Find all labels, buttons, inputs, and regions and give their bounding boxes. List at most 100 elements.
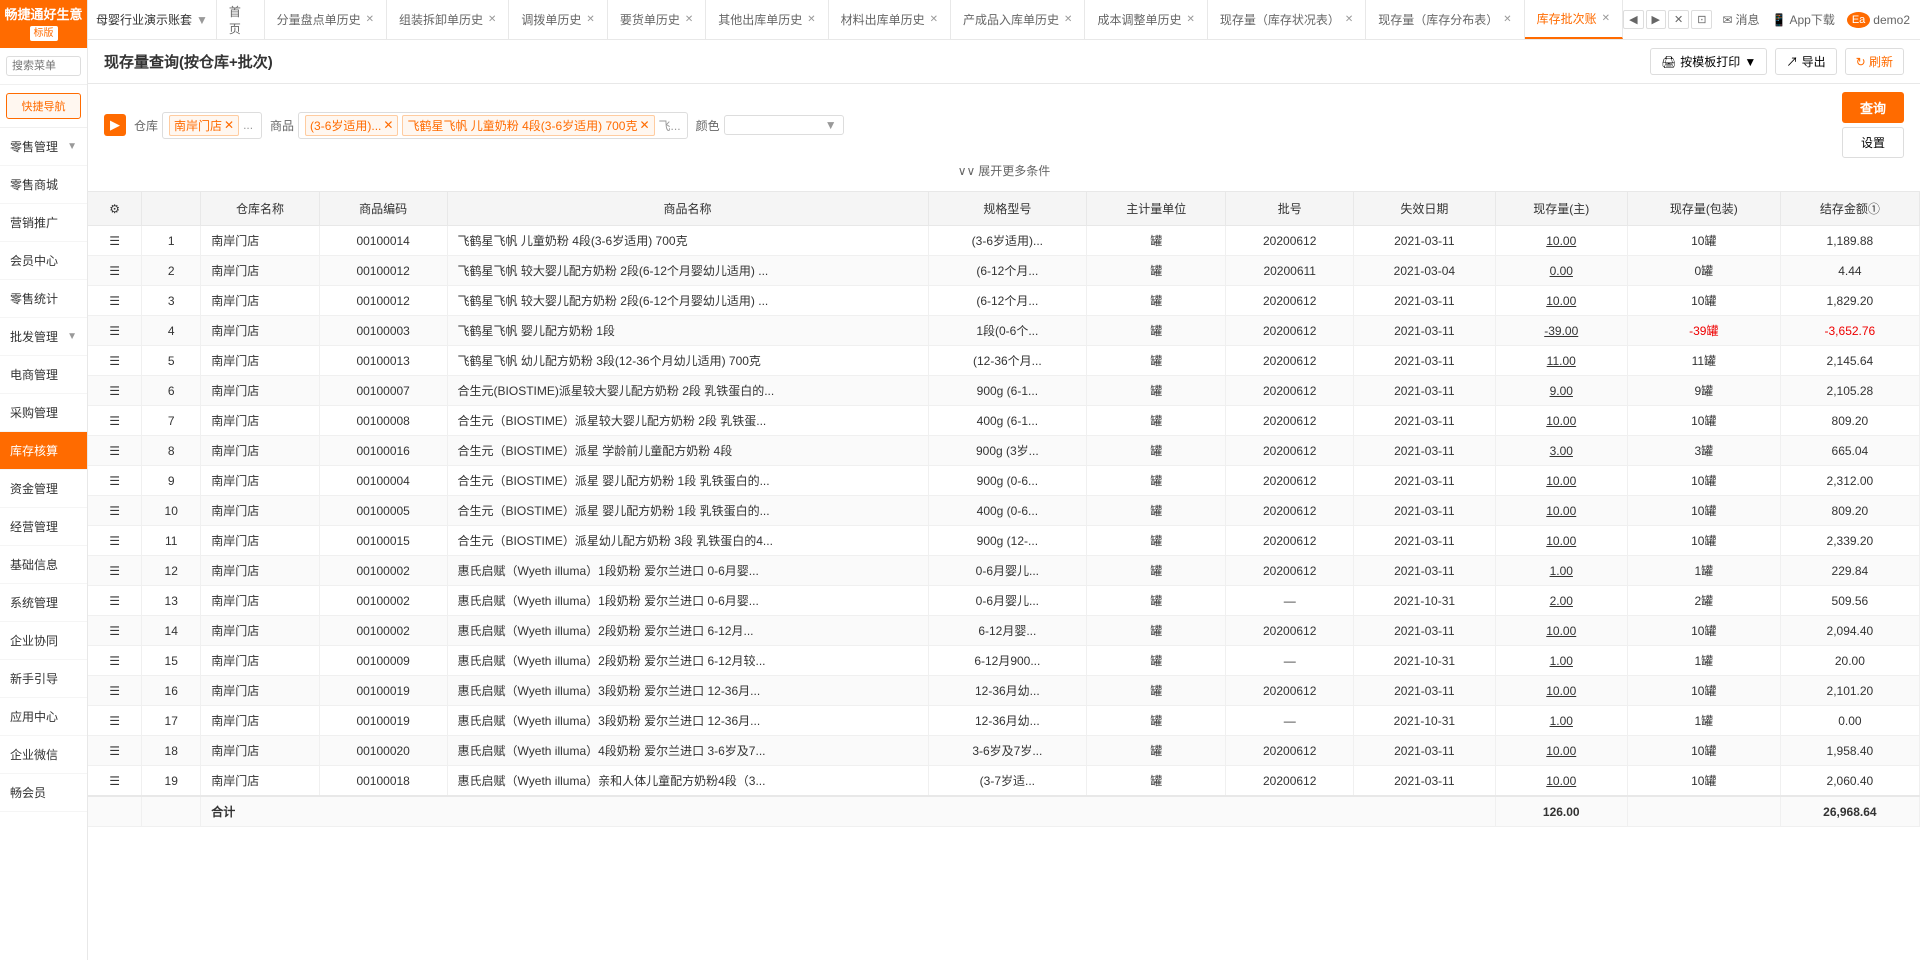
sidebar-item-经营管理[interactable]: 经营管理 [0, 508, 87, 546]
tab-close-btn[interactable]: ✕ [586, 14, 594, 25]
sidebar-item-基础信息[interactable]: 基础信息 [0, 546, 87, 584]
tab-close-btn[interactable]: ✕ [1186, 14, 1194, 25]
tab-close-btn[interactable]: ✕ [930, 14, 938, 25]
color-filter-input[interactable]: ▼ [724, 115, 844, 135]
quick-nav-button[interactable]: 快捷导航 [6, 93, 81, 119]
cell-qty-main[interactable]: 1.00 [1495, 556, 1627, 586]
sidebar-item-库存核算[interactable]: 库存核算 [0, 432, 87, 470]
sidebar-item-零售统计[interactable]: 零售统计 [0, 280, 87, 318]
tab-close-btn[interactable]: ✕ [1345, 14, 1353, 25]
nav-tab-0[interactable]: 分量盘点单历史✕ [265, 0, 387, 39]
nav-tab-3[interactable]: 要货单历史✕ [608, 0, 706, 39]
cell-qty-main[interactable]: 10.00 [1495, 466, 1627, 496]
product-tag-1-close[interactable]: ✕ [383, 118, 393, 132]
sidebar-item-批发管理[interactable]: 批发管理▼ [0, 318, 87, 356]
sidebar-item-电商管理[interactable]: 电商管理 [0, 356, 87, 394]
sidebar-item-会员中心[interactable]: 会员中心 [0, 242, 87, 280]
nav-maximize-btn[interactable]: ⊡ [1691, 10, 1712, 29]
nav-tab-4[interactable]: 其他出库单历史✕ [706, 0, 828, 39]
sidebar-item-企业微信[interactable]: 企业微信 [0, 736, 87, 774]
col-gear[interactable]: ⚙ [88, 192, 142, 226]
tab-close-btn[interactable]: ✕ [685, 14, 693, 25]
export-btn[interactable]: ↗ 导出 [1775, 48, 1836, 75]
sidebar-item-零售商城[interactable]: 零售商城 [0, 166, 87, 204]
color-dropdown-arrow[interactable]: ▼ [825, 118, 837, 132]
warehouse-filter-tags[interactable]: 南岸门店 ✕ ... [162, 112, 262, 139]
nav-tab-2[interactable]: 调拨单历史✕ [509, 0, 607, 39]
cell-qty-main[interactable]: 3.00 [1495, 436, 1627, 466]
sidebar-item-零售管理[interactable]: 零售管理▼ [0, 128, 87, 166]
tab-close-btn[interactable]: ✕ [366, 14, 374, 25]
nav-tab-7[interactable]: 成本调整单历史✕ [1085, 0, 1207, 39]
product-tag-2-close[interactable]: ✕ [639, 118, 649, 132]
nav-prev-btn[interactable]: ◀ [1623, 10, 1643, 29]
cell-gear[interactable]: ☰ [88, 406, 142, 436]
sidebar-item-畅会员[interactable]: 畅会员 [0, 774, 87, 812]
cell-gear[interactable]: ☰ [88, 316, 142, 346]
industry-selector-arrow[interactable]: ▼ [196, 13, 208, 27]
cell-qty-main[interactable]: 10.00 [1495, 616, 1627, 646]
cell-qty-main[interactable]: 10.00 [1495, 766, 1627, 797]
setting-btn[interactable]: 设置 [1842, 127, 1904, 158]
template-print-btn[interactable]: 🖨 按模板打印 ▼ [1650, 48, 1767, 75]
cell-gear[interactable]: ☰ [88, 766, 142, 797]
nav-tab-1[interactable]: 组装拆卸单历史✕ [387, 0, 509, 39]
cell-gear[interactable]: ☰ [88, 736, 142, 766]
cell-gear[interactable]: ☰ [88, 556, 142, 586]
app-download-btn[interactable]: 📱 App下载 [1772, 11, 1835, 28]
cell-gear[interactable]: ☰ [88, 256, 142, 286]
search-btn[interactable]: 查询 [1842, 92, 1904, 123]
cell-gear[interactable]: ☰ [88, 646, 142, 676]
cell-qty-main[interactable]: 10.00 [1495, 406, 1627, 436]
expand-more-btn[interactable]: ∨∨ 展开更多条件 [104, 158, 1904, 183]
cell-qty-main[interactable]: 10.00 [1495, 676, 1627, 706]
sidebar-item-营销推广[interactable]: 营销推广 [0, 204, 87, 242]
nav-tab-9[interactable]: 现存量（库存分布表）✕ [1366, 0, 1524, 39]
cell-gear[interactable]: ☰ [88, 376, 142, 406]
cell-qty-main[interactable]: 1.00 [1495, 646, 1627, 676]
cell-gear[interactable]: ☰ [88, 226, 142, 256]
cell-qty-main[interactable]: -39.00 [1495, 316, 1627, 346]
tab-close-btn[interactable]: ✕ [1503, 14, 1511, 25]
cell-qty-main[interactable]: 10.00 [1495, 286, 1627, 316]
nav-next-btn[interactable]: ▶ [1646, 10, 1666, 29]
cell-gear[interactable]: ☰ [88, 286, 142, 316]
cell-gear[interactable]: ☰ [88, 586, 142, 616]
cell-qty-main[interactable]: 10.00 [1495, 526, 1627, 556]
sidebar-item-资金管理[interactable]: 资金管理 [0, 470, 87, 508]
product-more-btn[interactable]: 飞... [659, 117, 681, 134]
cell-qty-main[interactable]: 10.00 [1495, 496, 1627, 526]
cell-gear[interactable]: ☰ [88, 346, 142, 376]
refresh-btn[interactable]: ↻ 刷新 [1845, 48, 1904, 75]
tab-close-btn[interactable]: ✕ [1602, 13, 1610, 24]
sidebar-item-采购管理[interactable]: 采购管理 [0, 394, 87, 432]
cell-qty-main[interactable]: 0.00 [1495, 256, 1627, 286]
cell-qty-main[interactable]: 11.00 [1495, 346, 1627, 376]
cell-qty-main[interactable]: 2.00 [1495, 586, 1627, 616]
tab-home[interactable]: 首页 [217, 0, 265, 39]
filter-more-btn[interactable]: ... [243, 118, 253, 132]
cell-gear[interactable]: ☰ [88, 616, 142, 646]
cell-gear[interactable]: ☰ [88, 436, 142, 466]
nav-tab-8[interactable]: 现存量（库存状况表）✕ [1208, 0, 1366, 39]
tab-close-btn[interactable]: ✕ [1064, 14, 1072, 25]
user-avatar[interactable]: Ea demo2 [1847, 12, 1910, 28]
nav-tab-10[interactable]: 库存批次账✕ [1525, 0, 1623, 39]
cell-gear[interactable]: ☰ [88, 706, 142, 736]
cell-qty-main[interactable]: 1.00 [1495, 706, 1627, 736]
nav-tab-5[interactable]: 材料出库单历史✕ [829, 0, 951, 39]
filter-expand-btn[interactable]: ▶ [104, 114, 126, 136]
sidebar-item-企业协同[interactable]: 企业协同 [0, 622, 87, 660]
warehouse-tag-close[interactable]: ✕ [224, 118, 234, 132]
sidebar-item-系统管理[interactable]: 系统管理 [0, 584, 87, 622]
cell-gear[interactable]: ☰ [88, 526, 142, 556]
search-input[interactable] [6, 56, 81, 76]
tab-close-btn[interactable]: ✕ [807, 14, 815, 25]
sidebar-item-新手引导[interactable]: 新手引导 [0, 660, 87, 698]
cell-qty-main[interactable]: 9.00 [1495, 376, 1627, 406]
message-btn[interactable]: ✉ 消息 [1722, 11, 1759, 28]
cell-qty-main[interactable]: 10.00 [1495, 736, 1627, 766]
sidebar-item-应用中心[interactable]: 应用中心 [0, 698, 87, 736]
cell-gear[interactable]: ☰ [88, 466, 142, 496]
product-filter-tags[interactable]: (3-6岁适用)... ✕ 飞鹤星飞帆 儿童奶粉 4段(3-6岁适用) 700克… [298, 112, 688, 139]
